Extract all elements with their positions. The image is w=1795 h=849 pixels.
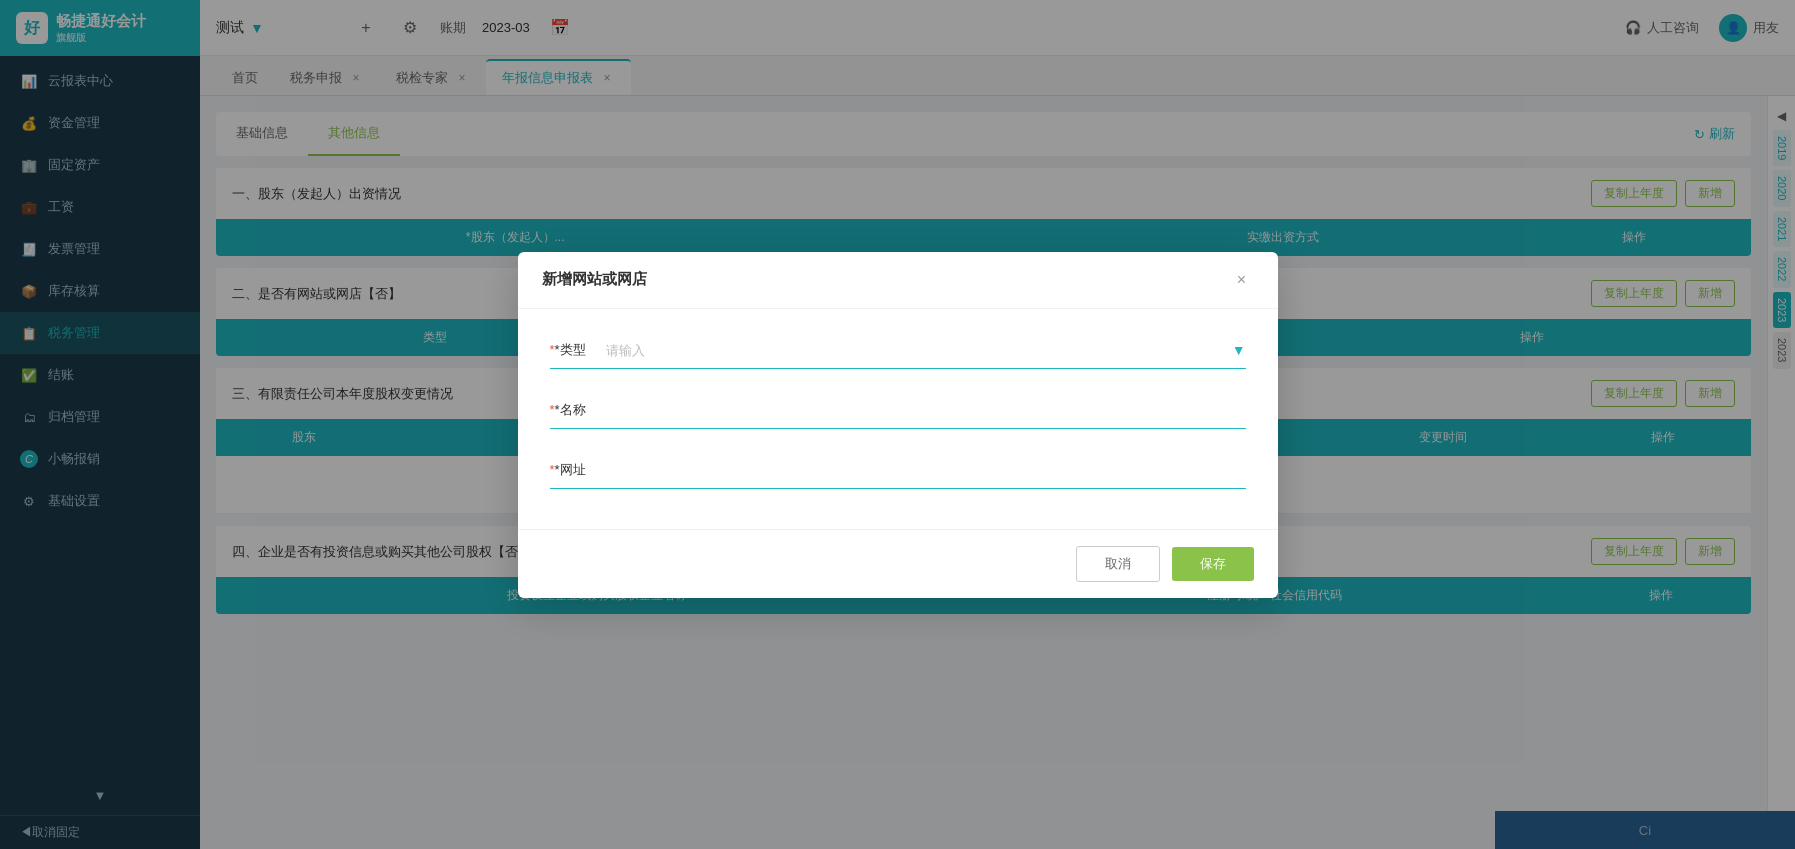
- modal-body: **类型 ▼ **名称 **网址: [518, 309, 1278, 529]
- modal-header: 新增网站或网店 ×: [518, 252, 1278, 309]
- save-button[interactable]: 保存: [1172, 547, 1254, 581]
- name-label: **名称: [550, 401, 598, 419]
- type-input[interactable]: [598, 339, 1232, 362]
- modal-add-website: 新增网站或网店 × **类型 ▼ **名称: [518, 252, 1278, 598]
- type-control-wrapper: **类型 ▼: [550, 333, 1246, 369]
- url-field: **网址: [550, 453, 1246, 489]
- cancel-button[interactable]: 取消: [1076, 546, 1160, 582]
- type-dropdown-icon[interactable]: ▼: [1232, 342, 1246, 358]
- modal-overlay[interactable]: 新增网站或网店 × **类型 ▼ **名称: [0, 0, 1795, 849]
- modal-close-button[interactable]: ×: [1230, 268, 1254, 292]
- url-control-wrapper: **网址: [550, 453, 1246, 489]
- name-input[interactable]: [598, 399, 1246, 422]
- modal-title: 新增网站或网店: [542, 270, 647, 289]
- modal-footer: 取消 保存: [518, 529, 1278, 598]
- url-input[interactable]: [598, 459, 1246, 482]
- name-control-wrapper: **名称: [550, 393, 1246, 429]
- type-label: **类型: [550, 341, 598, 359]
- type-field: **类型 ▼: [550, 333, 1246, 369]
- name-field: **名称: [550, 393, 1246, 429]
- url-required: *: [550, 462, 555, 477]
- url-label: **网址: [550, 461, 598, 479]
- type-required: *: [550, 342, 555, 357]
- name-required: *: [550, 402, 555, 417]
